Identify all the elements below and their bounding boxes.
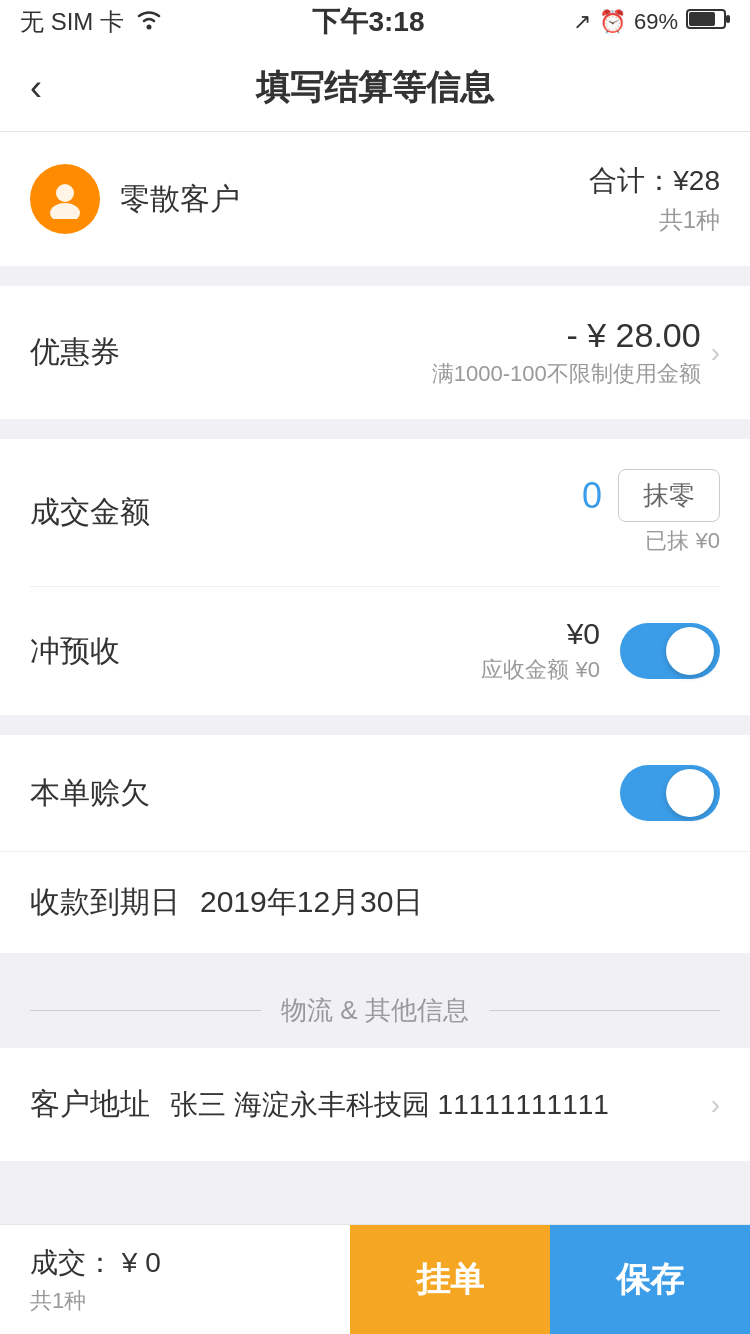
svg-point-0	[147, 25, 152, 30]
bottom-summary-label: 成交：	[30, 1247, 114, 1278]
address-key: 客户地址	[30, 1084, 150, 1125]
coupon-label: 优惠券	[30, 332, 120, 373]
customer-avatar	[30, 164, 100, 234]
round-button[interactable]: 抹零	[618, 469, 720, 522]
svg-rect-2	[726, 15, 730, 23]
transaction-label: 成交金额	[30, 492, 150, 533]
debt-toggle[interactable]	[620, 765, 720, 821]
coupon-chevron-icon: ›	[711, 337, 720, 369]
status-bar: 无 SIM 卡 下午3:18 ↗ ⏰ 69%	[0, 0, 750, 44]
prepaid-row: 冲预收 ¥0 应收金额 ¥0	[0, 587, 750, 715]
customer-count: 共1种	[589, 204, 720, 236]
toggle-thumb	[666, 627, 714, 675]
bottom-summary: 成交： ¥ 0 共1种	[0, 1244, 350, 1316]
battery-label: 69%	[634, 9, 678, 35]
transaction-amount[interactable]: 0	[552, 475, 602, 517]
logistics-label: 物流 & 其他信息	[261, 993, 489, 1028]
prepaid-amounts: ¥0 应收金额 ¥0	[481, 617, 600, 685]
debt-toggle-thumb	[666, 769, 714, 817]
coupon-desc: 满1000-100不限制使用金额	[432, 359, 701, 389]
wifi-icon	[134, 8, 164, 36]
debt-label: 本单赊欠	[30, 773, 150, 814]
transaction-row: 成交金额 0 抹零 已抹 ¥0	[0, 439, 750, 586]
back-button[interactable]: ‹	[30, 67, 42, 109]
customer-left: 零散客户	[30, 164, 240, 234]
bottom-summary-top: 成交： ¥ 0	[30, 1244, 320, 1282]
save-button[interactable]: 保存	[550, 1225, 750, 1335]
svg-point-4	[56, 184, 74, 202]
battery-icon	[686, 8, 730, 36]
logistics-separator: 物流 & 其他信息	[0, 973, 750, 1048]
coupon-row[interactable]: 优惠券 - ¥ 28.00 满1000-100不限制使用金额 ›	[0, 286, 750, 419]
page-title: 填写结算等信息	[256, 65, 494, 111]
location-icon: ↗	[573, 9, 591, 35]
duedate-label: 收款到期日	[30, 882, 180, 923]
transaction-section: 成交金额 0 抹零 已抹 ¥0 冲预收 ¥0 应收金额 ¥0	[0, 439, 750, 715]
hold-button[interactable]: 挂单	[350, 1225, 550, 1335]
separator-line-right	[489, 1010, 720, 1011]
bottom-bar: 成交： ¥ 0 共1种 挂单 保存	[0, 1224, 750, 1334]
svg-point-5	[50, 203, 80, 219]
prepaid-toggle[interactable]	[620, 623, 720, 679]
status-left: 无 SIM 卡	[20, 6, 164, 38]
svg-rect-3	[689, 12, 715, 26]
status-right: ↗ ⏰ 69%	[573, 8, 730, 36]
coupon-discount: - ¥ 28.00	[432, 316, 701, 355]
coupon-right: - ¥ 28.00 满1000-100不限制使用金额 ›	[432, 316, 720, 389]
bottom-summary-count: 共1种	[30, 1286, 320, 1316]
customer-name: 零散客户	[120, 179, 240, 220]
content: 零散客户 合计：¥28 共1种 优惠券 - ¥ 28.00 满1000-100不…	[0, 132, 750, 1301]
bottom-summary-amount: ¥ 0	[122, 1247, 161, 1278]
customer-row: 零散客户 合计：¥28 共1种	[0, 132, 750, 266]
address-chevron-icon: ›	[711, 1089, 720, 1121]
debt-row: 本单赊欠	[0, 735, 750, 851]
prepaid-sub: 应收金额 ¥0	[481, 655, 600, 685]
time-label: 下午3:18	[312, 3, 424, 41]
duedate-row: 收款到期日 2019年12月30日	[0, 851, 750, 953]
prepaid-label: 冲预收	[30, 631, 120, 672]
prepaid-amount: ¥0	[481, 617, 600, 651]
duedate-value: 2019年12月30日	[200, 882, 423, 923]
alarm-icon: ⏰	[599, 9, 626, 35]
address-row[interactable]: 客户地址 张三 海淀永丰科技园 11111111111 ›	[0, 1048, 750, 1161]
separator-line-left	[30, 1010, 261, 1011]
transaction-right: 0 抹零	[552, 469, 720, 522]
coupon-info: - ¥ 28.00 满1000-100不限制使用金额	[432, 316, 701, 389]
debt-section: 本单赊欠 收款到期日 2019年12月30日	[0, 735, 750, 953]
carrier-label: 无 SIM 卡	[20, 6, 124, 38]
address-value: 张三 海淀永丰科技园 11111111111	[170, 1086, 691, 1124]
customer-total: 合计：¥28	[589, 162, 720, 200]
transaction-sub: 已抹 ¥0	[645, 526, 720, 556]
nav-bar: ‹ 填写结算等信息	[0, 44, 750, 132]
customer-info-right: 合计：¥28 共1种	[589, 162, 720, 236]
